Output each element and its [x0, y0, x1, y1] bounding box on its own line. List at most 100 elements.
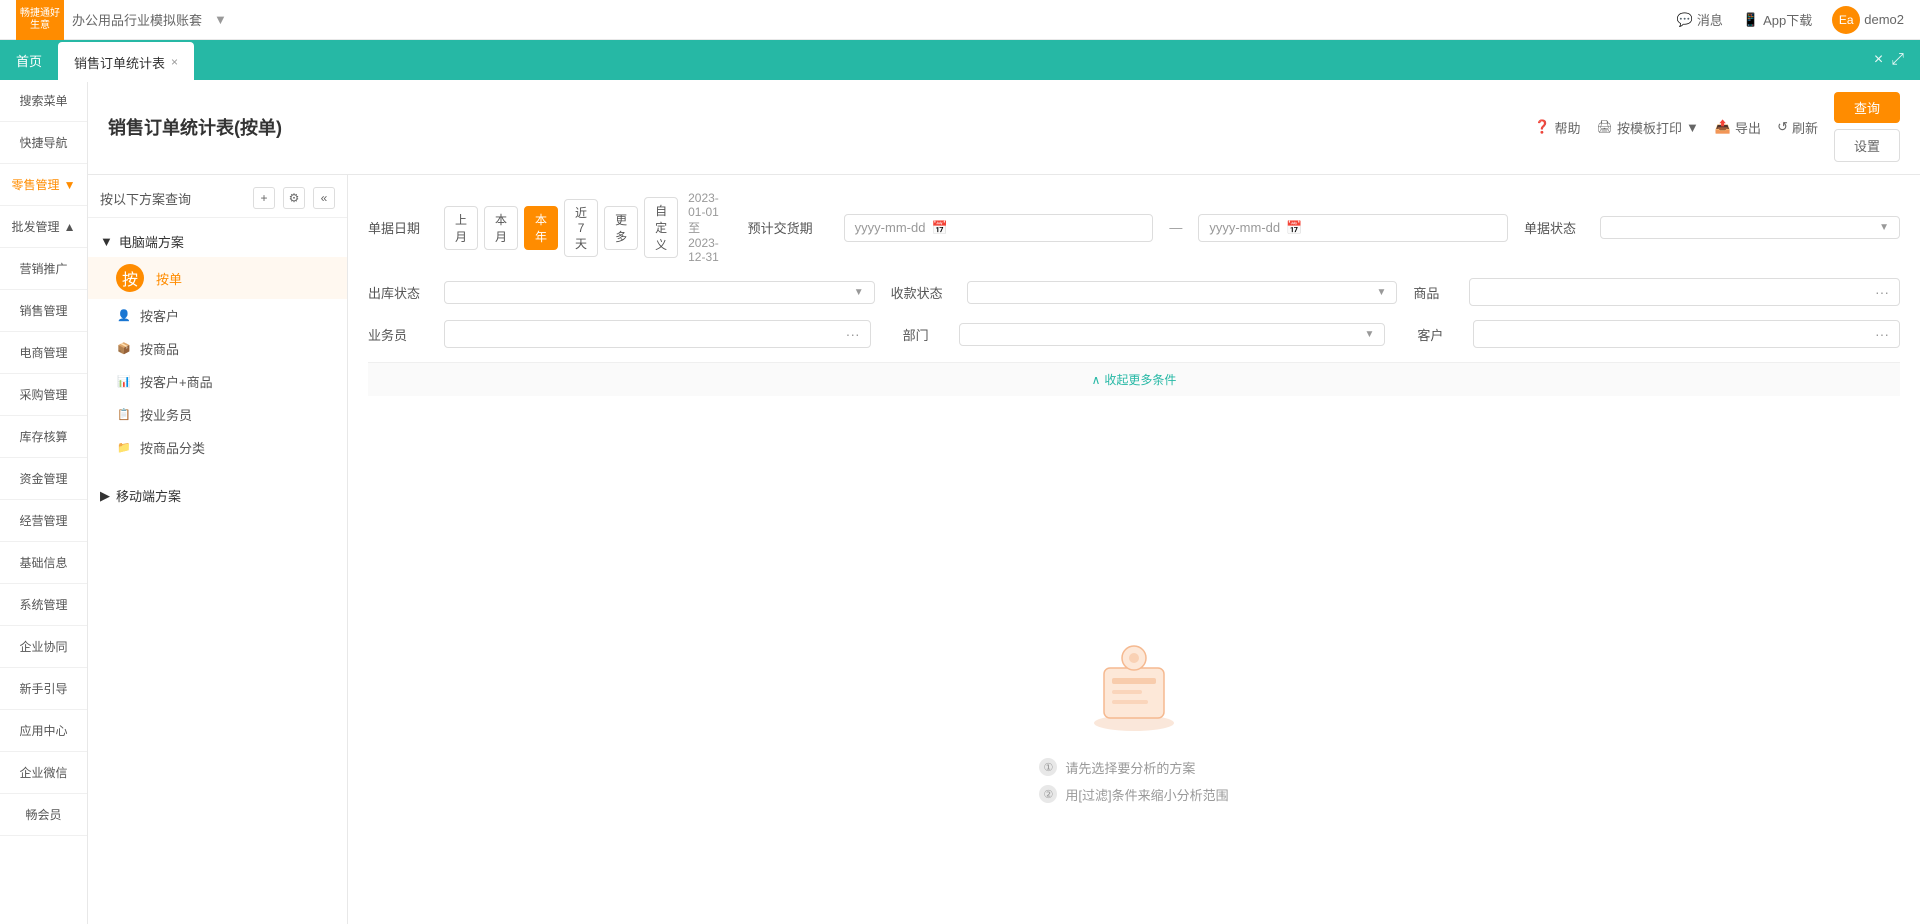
collapse-label: 收起更多条件: [1104, 371, 1176, 388]
filter-row-3: 业务员 ··· 部门 ▼ 客户 ···: [368, 320, 1900, 348]
page-header-actions: ❓ 帮助 🖨 按模板打印 ▼ 📤 导出 ↺ 刷新 查询: [1534, 92, 1900, 174]
by-order-icon: 按: [116, 264, 144, 292]
scheme-panel: 按以下方案查询 + ⚙ « ▼ 电脑端方案 按 按单: [88, 175, 348, 924]
date-dash: —: [1169, 220, 1182, 235]
customer-ellipsis-icon[interactable]: ···: [1875, 326, 1889, 342]
main-layout: 搜索菜单 快捷导航 零售管理 ▼ 批发管理 ▲ 营销推广 销售管理 电商管理 采…: [0, 80, 1920, 924]
customer-input[interactable]: ···: [1473, 320, 1900, 348]
goods-ellipsis-icon[interactable]: ···: [1875, 284, 1889, 300]
date-btn-this-month[interactable]: 本月: [484, 206, 518, 250]
receipt-status-arrow-icon: ▼: [1376, 287, 1386, 298]
bill-status-label: 单据状态: [1524, 218, 1584, 237]
out-status-arrow-icon: ▼: [854, 287, 864, 298]
by-customer-icon: 👤: [116, 308, 132, 324]
sidebar-item-inventory[interactable]: 库存核算: [0, 416, 87, 458]
sidebar-item-basic[interactable]: 基础信息: [0, 542, 87, 584]
desktop-section-label: 电脑端方案: [119, 232, 184, 251]
receipt-status-label: 收款状态: [891, 283, 951, 302]
message-button[interactable]: 💬 消息: [1677, 10, 1723, 29]
sidebar-item-wechat[interactable]: 企业微信: [0, 752, 87, 794]
sidebar-item-marketing[interactable]: 营销推广: [0, 248, 87, 290]
date-btn-custom[interactable]: 自定义: [644, 197, 678, 258]
scheme-item-by-customer-goods[interactable]: 📊 按客户+商品: [88, 365, 347, 398]
wholesale-arrow-icon: ▲: [64, 220, 76, 234]
scheme-item-by-salesman[interactable]: 📋 按业务员: [88, 398, 347, 431]
tab-home[interactable]: 首页: [0, 40, 58, 80]
help-button[interactable]: ❓ 帮助: [1534, 118, 1580, 137]
app-download-button[interactable]: 📱 App下载: [1743, 10, 1812, 29]
empty-state: ① 请先选择要分析的方案 ② 用[过滤]条件来缩小分析范围: [348, 526, 1920, 924]
sidebar-item-operations[interactable]: 经营管理: [0, 500, 87, 542]
salesman-ellipsis-icon[interactable]: ···: [846, 326, 860, 342]
date-btn-last-month[interactable]: 上月: [444, 206, 478, 250]
tab-sales-order-stat[interactable]: 销售订单统计表 ×: [58, 42, 194, 82]
sidebar-item-newbie[interactable]: 新手引导: [0, 668, 87, 710]
tab-minimize-button[interactable]: ×: [1874, 51, 1883, 69]
salesman-label: 业务员: [368, 325, 428, 344]
scheme-item-by-customer[interactable]: 👤 按客户: [88, 299, 347, 332]
sidebar-item-sales[interactable]: 销售管理: [0, 290, 87, 332]
delivery-date-to[interactable]: yyyy-mm-dd 📅: [1198, 214, 1508, 242]
scheme-item-by-order[interactable]: 按 按单: [88, 257, 347, 299]
refresh-button[interactable]: ↺ 刷新: [1777, 118, 1818, 137]
collapse-bar[interactable]: ∧ 收起更多条件: [368, 362, 1900, 396]
sidebar-item-app-center[interactable]: 应用中心: [0, 710, 87, 752]
goods-label: 商品: [1413, 283, 1453, 302]
sidebar-item-retail[interactable]: 零售管理 ▼: [0, 164, 87, 206]
content-area: 销售订单统计表(按单) ❓ 帮助 🖨 按模板打印 ▼ 📤 导出 ↺ 刷新: [88, 80, 1920, 924]
empty-tips: ① 请先选择要分析的方案 ② 用[过滤]条件来缩小分析范围: [1039, 758, 1228, 812]
scheme-item-by-category[interactable]: 📁 按商品分类: [88, 431, 347, 464]
date-filter-group: 上月 本月 本年 近7天 更多 自定义 2023-01-01 至 2023-12…: [444, 191, 732, 264]
desktop-scheme-title[interactable]: ▼ 电脑端方案: [88, 226, 347, 257]
scheme-item-by-goods[interactable]: 📦 按商品: [88, 332, 347, 365]
sidebar-item-ecommerce[interactable]: 电商管理: [0, 332, 87, 374]
search-menu-label: 搜索菜单: [0, 92, 87, 109]
date-btn-more[interactable]: 更多: [604, 206, 638, 250]
scheme-collapse-button[interactable]: «: [313, 187, 335, 209]
retail-arrow-icon: ▼: [64, 178, 76, 192]
date-btn-7days[interactable]: 近7天: [564, 199, 598, 257]
tab-close-icon[interactable]: ×: [171, 55, 178, 69]
breadcrumb[interactable]: 办公用品行业模拟账套: [72, 10, 202, 29]
sidebar-item-system[interactable]: 系统管理: [0, 584, 87, 626]
page-title: 销售订单统计表(按单): [108, 114, 282, 152]
query-button[interactable]: 查询: [1834, 92, 1900, 123]
scheme-settings-button[interactable]: ⚙: [283, 187, 305, 209]
receipt-status-select[interactable]: ▼: [967, 281, 1398, 304]
breadcrumb-arrow[interactable]: ▼: [214, 12, 227, 27]
sidebar-item-search-menu[interactable]: 搜索菜单: [0, 80, 87, 122]
by-goods-icon: 📦: [116, 341, 132, 357]
topbar-right: 💬 消息 📱 App下载 Ea demo2: [1677, 6, 1904, 34]
date-btn-this-year[interactable]: 本年: [524, 206, 558, 250]
calendar-icon-2: 📅: [1286, 220, 1302, 236]
bill-status-select[interactable]: ▼: [1600, 216, 1900, 239]
filter-row-1: 单据日期 上月 本月 本年 近7天 更多 自定义 2023-01-01 至 20…: [368, 191, 1900, 264]
sidebar-item-wholesale[interactable]: 批发管理 ▲: [0, 206, 87, 248]
export-button[interactable]: 📤 导出: [1715, 118, 1761, 137]
calendar-icon-1: 📅: [931, 220, 947, 236]
user-menu[interactable]: Ea demo2: [1832, 6, 1904, 34]
scheme-add-button[interactable]: +: [253, 187, 275, 209]
date-placeholder-2: yyyy-mm-dd: [1209, 220, 1280, 235]
tabbar: 首页 销售订单统计表 × × ⤢: [0, 40, 1920, 80]
mobile-scheme-title[interactable]: ▶ 移动端方案: [88, 480, 347, 511]
sidebar-item-purchase[interactable]: 采购管理: [0, 374, 87, 416]
sidebar-item-quick-nav[interactable]: 快捷导航: [0, 122, 87, 164]
sidebar-item-enterprise[interactable]: 企业协同: [0, 626, 87, 668]
out-status-select[interactable]: ▼: [444, 281, 875, 304]
template-print-button[interactable]: 🖨 按模板打印 ▼: [1596, 118, 1698, 137]
sidebar-item-finance[interactable]: 资金管理: [0, 458, 87, 500]
dept-select[interactable]: ▼: [959, 323, 1386, 346]
by-customer-goods-icon: 📊: [116, 374, 132, 390]
logo: 畅捷通好生意: [16, 0, 64, 40]
goods-input[interactable]: ···: [1469, 278, 1900, 306]
delivery-date-from[interactable]: yyyy-mm-dd 📅: [844, 214, 1154, 242]
tab-maximize-button[interactable]: ⤢: [1891, 51, 1904, 69]
sidebar-item-member[interactable]: 畅会员: [0, 794, 87, 836]
salesman-input[interactable]: ···: [444, 320, 871, 348]
dept-arrow-icon: ▼: [1364, 329, 1374, 340]
scheme-header: 按以下方案查询 + ⚙ «: [88, 175, 347, 218]
page-header: 销售订单统计表(按单) ❓ 帮助 🖨 按模板打印 ▼ 📤 导出 ↺ 刷新: [88, 80, 1920, 175]
setting-button[interactable]: 设置: [1834, 129, 1900, 162]
logo-text: 畅捷通好生意: [16, 8, 64, 32]
